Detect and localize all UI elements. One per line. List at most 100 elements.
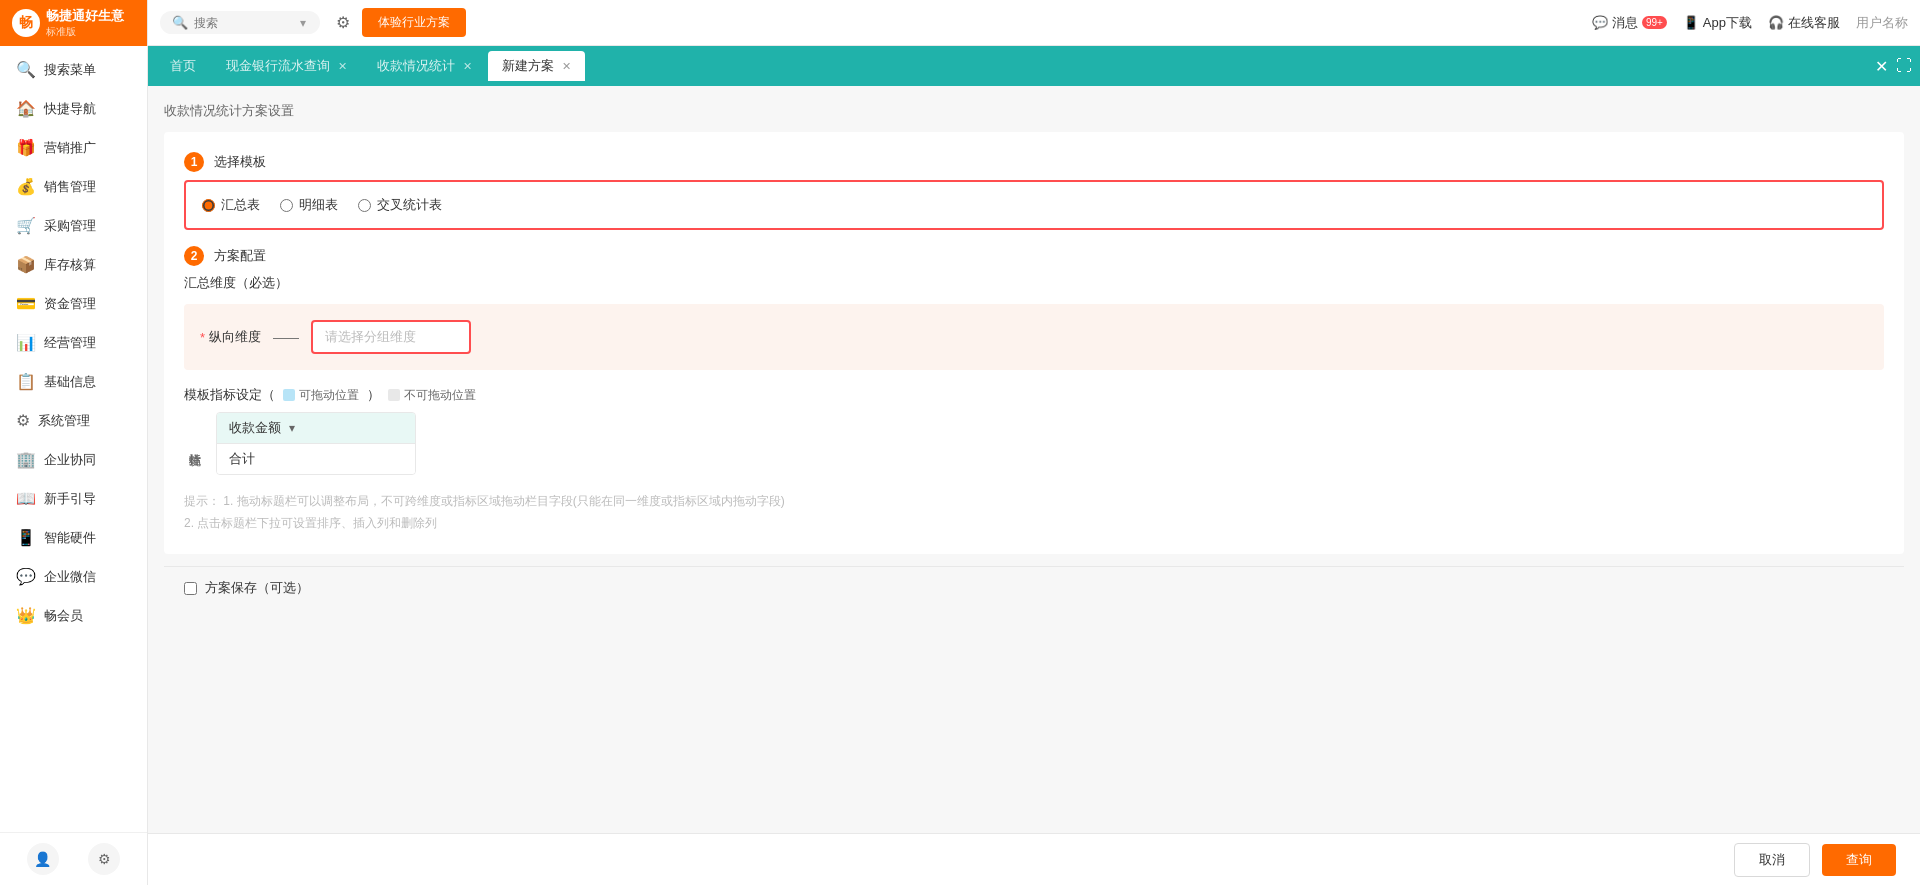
sidebar-item-label: 搜索菜单 bbox=[44, 61, 96, 79]
sidebar-bottom-btn2[interactable]: ⚙ bbox=[88, 843, 120, 875]
app-download-item[interactable]: 📱 App下载 bbox=[1683, 14, 1752, 32]
metrics-separator: ） bbox=[367, 386, 380, 404]
stat-label: 统计指标 bbox=[184, 412, 204, 475]
marketing-icon: 🎁 bbox=[16, 138, 36, 157]
sidebar-item-member[interactable]: 👑 畅会员 bbox=[0, 596, 147, 635]
new-guide-icon: 📖 bbox=[16, 489, 36, 508]
sidebar-item-corp-coop[interactable]: 🏢 企业协同 bbox=[0, 440, 147, 479]
member-icon: 👑 bbox=[16, 606, 36, 625]
tab-bank-flow-close[interactable]: ✕ bbox=[338, 60, 347, 73]
search-input[interactable] bbox=[194, 16, 294, 30]
main-content: 🔍 ▾ ⚙ 体验行业方案 💬 消息 99+ 📱 App下载 🎧 在线客服 用户名… bbox=[148, 0, 1920, 885]
radio-cross-input[interactable] bbox=[358, 199, 371, 212]
corp-wechat-icon: 💬 bbox=[16, 567, 36, 586]
tab-new-plan-close[interactable]: ✕ bbox=[562, 60, 571, 73]
sidebar-item-label: 快捷导航 bbox=[44, 100, 96, 118]
cancel-button[interactable]: 取消 bbox=[1734, 843, 1810, 877]
tab-bank-flow-label: 现金银行流水查询 bbox=[226, 57, 330, 75]
radio-cross-label: 交叉统计表 bbox=[377, 196, 442, 214]
sidebar-item-sales[interactable]: 💰 销售管理 bbox=[0, 167, 147, 206]
movable-label: 可拖动位置 bbox=[299, 387, 359, 404]
sidebar-item-system[interactable]: ⚙ 系统管理 bbox=[0, 401, 147, 440]
save-checkbox[interactable] bbox=[184, 582, 197, 595]
query-button[interactable]: 查询 bbox=[1822, 844, 1896, 876]
service-icon: 🎧 bbox=[1768, 15, 1784, 30]
system-icon: ⚙ bbox=[16, 411, 30, 430]
sidebar-item-smart-hw[interactable]: 📱 智能硬件 bbox=[0, 518, 147, 557]
movable-dot bbox=[283, 389, 295, 401]
sidebar-item-search-menu[interactable]: 🔍 搜索菜单 bbox=[0, 50, 147, 89]
step1-label: 选择模板 bbox=[214, 153, 266, 171]
radio-detail[interactable]: 明细表 bbox=[280, 196, 338, 214]
message-icon: 💬 bbox=[1592, 15, 1608, 30]
gear-icon[interactable]: ⚙ bbox=[336, 13, 350, 32]
col-header-label: 收款金额 bbox=[229, 419, 281, 437]
sidebar-bottom: 👤 ⚙ bbox=[0, 832, 147, 885]
step2-row: 2 方案配置 bbox=[184, 246, 1884, 266]
fixed-label: 不可拖动位置 bbox=[404, 387, 476, 404]
tabs-bar: 首页 现金银行流水查询 ✕ 收款情况统计 ✕ 新建方案 ✕ ✕ ⛶ bbox=[148, 46, 1920, 86]
metrics-table-area: 统计指标 收款金额 ▾ 合计 bbox=[184, 412, 1884, 475]
search-dropdown-arrow[interactable]: ▾ bbox=[300, 16, 306, 30]
message-item[interactable]: 💬 消息 99+ bbox=[1592, 14, 1667, 32]
sidebar-item-finance[interactable]: 💳 资金管理 bbox=[0, 284, 147, 323]
sidebar-item-operations[interactable]: 📊 经营管理 bbox=[0, 323, 147, 362]
sidebar-item-quick-nav[interactable]: 🏠 快捷导航 bbox=[0, 89, 147, 128]
breadcrumb: 收款情况统计方案设置 bbox=[164, 102, 1904, 120]
save-label[interactable]: 方案保存（可选） bbox=[205, 579, 309, 597]
tab-new-plan[interactable]: 新建方案 ✕ bbox=[488, 51, 585, 81]
sales-icon: 💰 bbox=[16, 177, 36, 196]
radio-detail-input[interactable] bbox=[280, 199, 293, 212]
search-bar[interactable]: 🔍 ▾ bbox=[160, 11, 320, 34]
sidebar-nav: 🔍 搜索菜单 🏠 快捷导航 🎁 营销推广 💰 销售管理 🛒 采购管理 📦 库存核… bbox=[0, 46, 147, 832]
tab-collection-stat-close[interactable]: ✕ bbox=[463, 60, 472, 73]
header-right: 💬 消息 99+ 📱 App下载 🎧 在线客服 用户名称 bbox=[1592, 14, 1908, 32]
sidebar-item-label: 企业微信 bbox=[44, 568, 96, 586]
radio-summary[interactable]: 汇总表 bbox=[202, 196, 260, 214]
col-dropdown-arrow[interactable]: ▾ bbox=[289, 421, 295, 435]
corp-coop-icon: 🏢 bbox=[16, 450, 36, 469]
tab-collection-stat[interactable]: 收款情况统计 ✕ bbox=[363, 51, 486, 81]
sidebar-item-base-info[interactable]: 📋 基础信息 bbox=[0, 362, 147, 401]
template-section: 汇总表 明细表 交叉统计表 bbox=[184, 180, 1884, 230]
tab-home[interactable]: 首页 bbox=[156, 51, 210, 81]
trial-button[interactable]: 体验行业方案 bbox=[362, 8, 466, 37]
search-menu-icon: 🔍 bbox=[16, 60, 36, 79]
config-card: 1 选择模板 汇总表 明细表 bbox=[164, 132, 1904, 554]
fixed-badge: 不可拖动位置 bbox=[388, 387, 476, 404]
service-item[interactable]: 🎧 在线客服 bbox=[1768, 14, 1840, 32]
radio-summary-label: 汇总表 bbox=[221, 196, 260, 214]
tab-bank-flow[interactable]: 现金银行流水查询 ✕ bbox=[212, 51, 361, 81]
sidebar-item-inventory[interactable]: 📦 库存核算 bbox=[0, 245, 147, 284]
user-avatar[interactable]: 用户名称 bbox=[1856, 14, 1908, 32]
radio-cross[interactable]: 交叉统计表 bbox=[358, 196, 442, 214]
dim-row-text: 纵向维度 bbox=[209, 328, 261, 346]
inventory-icon: 📦 bbox=[16, 255, 36, 274]
dim-required-star: * bbox=[200, 330, 205, 345]
operations-icon: 📊 bbox=[16, 333, 36, 352]
metrics-thead: 收款金额 ▾ bbox=[217, 413, 415, 444]
metrics-title: 模板指标设定（ bbox=[184, 386, 275, 404]
sidebar-item-purchase[interactable]: 🛒 采购管理 bbox=[0, 206, 147, 245]
col-subrow-label: 合计 bbox=[229, 451, 255, 466]
sidebar-item-label: 销售管理 bbox=[44, 178, 96, 196]
tabs-maximize-icon[interactable]: ⛶ bbox=[1896, 57, 1912, 75]
top-header: 🔍 ▾ ⚙ 体验行业方案 💬 消息 99+ 📱 App下载 🎧 在线客服 用户名… bbox=[148, 0, 1920, 46]
logo-icon: 畅 bbox=[12, 9, 40, 37]
sidebar-logo: 畅 畅捷通好生意 标准版 bbox=[0, 0, 147, 46]
action-bar: 取消 查询 bbox=[148, 833, 1920, 885]
service-label: 在线客服 bbox=[1788, 14, 1840, 32]
sidebar-item-marketing[interactable]: 🎁 营销推广 bbox=[0, 128, 147, 167]
metrics-tbody: 合计 bbox=[217, 444, 415, 474]
sidebar-item-label: 库存核算 bbox=[44, 256, 96, 274]
radio-summary-input[interactable] bbox=[202, 199, 215, 212]
sidebar: 畅 畅捷通好生意 标准版 🔍 搜索菜单 🏠 快捷导航 🎁 营销推广 💰 销售管理… bbox=[0, 0, 148, 885]
dimension-title: 汇总维度（必选） bbox=[184, 274, 1884, 292]
template-radio-group: 汇总表 明细表 交叉统计表 bbox=[202, 196, 442, 214]
sidebar-bottom-btn1[interactable]: 👤 bbox=[27, 843, 59, 875]
tabs-close-icon[interactable]: ✕ bbox=[1875, 57, 1888, 76]
dimension-select[interactable]: 请选择分组维度 bbox=[311, 320, 471, 354]
sidebar-item-corp-wechat[interactable]: 💬 企业微信 bbox=[0, 557, 147, 596]
sidebar-item-new-guide[interactable]: 📖 新手引导 bbox=[0, 479, 147, 518]
app-icon: 📱 bbox=[1683, 15, 1699, 30]
